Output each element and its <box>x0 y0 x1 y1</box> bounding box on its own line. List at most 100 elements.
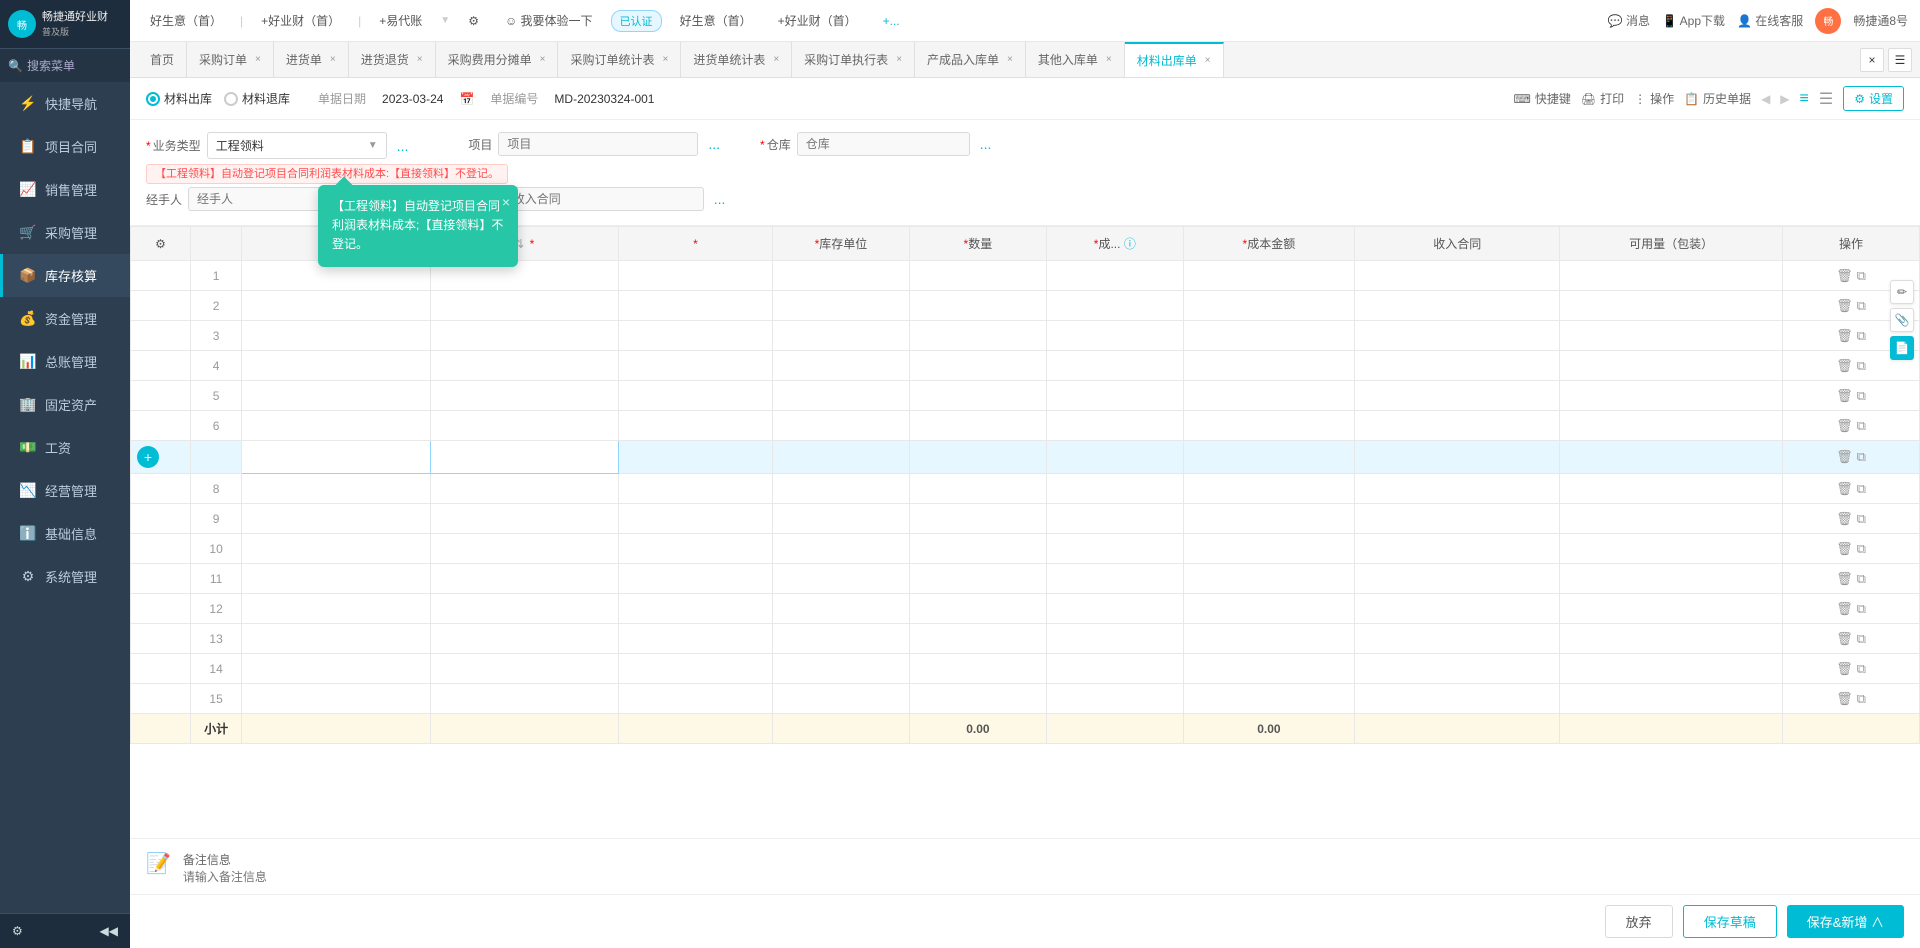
cell-cost-price[interactable] <box>1046 411 1183 441</box>
cell-income-contract[interactable] <box>1354 321 1559 351</box>
add-row-cell-project[interactable] <box>242 441 430 474</box>
tab-home[interactable]: 首页 <box>138 42 187 78</box>
cell-qty[interactable] <box>909 534 1046 564</box>
cell-cost-amount[interactable] <box>1183 261 1354 291</box>
col-unit-header[interactable]: *库存单位 <box>772 227 909 261</box>
cell-available-qty[interactable] <box>1560 624 1783 654</box>
copy-row-btn[interactable]: ⧉ <box>1857 358 1866 374</box>
cell-income-contract[interactable] <box>1354 291 1559 321</box>
tab-close-icon[interactable]: × <box>255 54 261 65</box>
cell-qty[interactable] <box>909 261 1046 291</box>
tab-po-exec[interactable]: 采购订单执行表 × <box>792 42 915 78</box>
copy-row-btn[interactable]: ⧉ <box>1857 388 1866 404</box>
cell-qty[interactable] <box>909 684 1046 714</box>
operation-btn[interactable]: ⋮ 操作 <box>1634 90 1674 107</box>
delete-row-btn[interactable]: 🗑 <box>1836 631 1853 647</box>
settings-btn[interactable]: ⚙ 设置 <box>1843 86 1904 111</box>
tab-close-icon[interactable]: × <box>896 54 902 65</box>
cell-name[interactable] <box>430 594 618 624</box>
cell-name[interactable] <box>430 351 618 381</box>
cell-name[interactable] <box>430 321 618 351</box>
sidebar-item-quick-nav[interactable]: ⚡ 快捷导航 <box>0 82 130 125</box>
cell-qty[interactable] <box>909 564 1046 594</box>
income-contract-input[interactable] <box>504 187 704 211</box>
cell-available-qty[interactable] <box>1560 291 1783 321</box>
message-btn[interactable]: 💬 消息 <box>1608 12 1650 29</box>
notes-input[interactable] <box>183 870 783 884</box>
side-attach-icon[interactable]: 📎 <box>1890 308 1914 332</box>
cell-cost-amount[interactable] <box>1183 594 1354 624</box>
cell-available-qty[interactable] <box>1560 534 1783 564</box>
cell-available-qty[interactable] <box>1560 261 1783 291</box>
delete-row-btn[interactable]: 🗑 <box>1836 571 1853 587</box>
cell-unit[interactable] <box>772 474 909 504</box>
cell-name[interactable] <box>430 564 618 594</box>
warehouse-input[interactable] <box>797 132 970 156</box>
tooltip-close-btn[interactable]: × <box>502 191 510 213</box>
top-nav-finance[interactable]: +好业财（首） <box>253 8 348 33</box>
tab-inbound[interactable]: 进货单 × <box>274 42 349 78</box>
cell-cost-amount[interactable] <box>1183 351 1354 381</box>
delete-row-btn[interactable]: 🗑 <box>1836 298 1853 314</box>
tab-po[interactable]: 采购订单 × <box>187 42 274 78</box>
tab-close-icon[interactable]: × <box>1205 55 1211 66</box>
biz-type-select[interactable]: 工程领料 ▼ <box>207 132 387 159</box>
cell-spec[interactable] <box>618 594 772 624</box>
cell-unit[interactable] <box>772 654 909 684</box>
add-row-cell-8[interactable] <box>1354 441 1559 474</box>
save-new-button[interactable]: 保存&新增 ∧ <box>1787 905 1904 938</box>
sidebar-item-operation[interactable]: 📉 经营管理 <box>0 469 130 512</box>
top-nav-good-biz[interactable]: 好生意（首） <box>672 8 760 33</box>
cell-cost-price[interactable] <box>1046 684 1183 714</box>
cell-cost-amount[interactable] <box>1183 411 1354 441</box>
sidebar-item-sales[interactable]: 📈 销售管理 <box>0 168 130 211</box>
cell-name[interactable] <box>430 411 618 441</box>
cell-cost-amount[interactable] <box>1183 504 1354 534</box>
app-download-btn[interactable]: 📱 App下载 <box>1662 12 1725 29</box>
cell-income-contract[interactable] <box>1354 351 1559 381</box>
cell-unit[interactable] <box>772 411 909 441</box>
cell-cost-amount[interactable] <box>1183 381 1354 411</box>
cell-spec[interactable] <box>618 504 772 534</box>
cell-spec[interactable] <box>618 564 772 594</box>
cell-qty[interactable] <box>909 381 1046 411</box>
cell-cost-price[interactable] <box>1046 321 1183 351</box>
tab-cost[interactable]: 采购费用分摊单 × <box>436 42 559 78</box>
cell-qty[interactable] <box>909 351 1046 381</box>
cell-available-qty[interactable] <box>1560 474 1783 504</box>
add-row-cell-7[interactable] <box>1183 441 1354 474</box>
cell-spec[interactable] <box>618 624 772 654</box>
cell-available-qty[interactable] <box>1560 594 1783 624</box>
cell-cost-price[interactable] <box>1046 261 1183 291</box>
cell-project[interactable] <box>242 321 430 351</box>
sidebar-item-salary[interactable]: 💵 工资 <box>0 426 130 469</box>
add-row-btn[interactable]: + <box>137 446 159 468</box>
collapse-icon[interactable]: ◀◀ <box>100 924 118 938</box>
cell-cost-amount[interactable] <box>1183 321 1354 351</box>
cell-available-qty[interactable] <box>1560 504 1783 534</box>
cell-spec[interactable] <box>618 534 772 564</box>
top-nav-extra[interactable]: +... <box>875 10 908 32</box>
add-row-cell-name[interactable] <box>430 441 618 474</box>
col-available-qty-header[interactable]: 可用量（包装） <box>1560 227 1783 261</box>
col-cost-amount-header[interactable]: *成本金额 <box>1183 227 1354 261</box>
delete-row-btn[interactable]: 🗑 <box>1836 388 1853 404</box>
cell-spec[interactable] <box>618 321 772 351</box>
tab-inbound-stat[interactable]: 进货单统计表 × <box>681 42 792 78</box>
cell-income-contract[interactable] <box>1354 624 1559 654</box>
cell-cost-amount[interactable] <box>1183 684 1354 714</box>
cell-available-qty[interactable] <box>1560 411 1783 441</box>
cell-unit[interactable] <box>772 381 909 411</box>
cell-unit[interactable] <box>772 504 909 534</box>
cell-spec[interactable] <box>618 474 772 504</box>
income-contract-dots[interactable]: ... <box>714 191 726 207</box>
sidebar-item-finance[interactable]: 💰 资金管理 <box>0 297 130 340</box>
cell-income-contract[interactable] <box>1354 534 1559 564</box>
cell-income-contract[interactable] <box>1354 474 1559 504</box>
tab-close-icon[interactable]: × <box>540 54 546 65</box>
cell-unit[interactable] <box>772 564 909 594</box>
cell-cost-price[interactable] <box>1046 594 1183 624</box>
cell-name[interactable] <box>430 381 618 411</box>
cell-income-contract[interactable] <box>1354 261 1559 291</box>
cell-qty[interactable] <box>909 291 1046 321</box>
